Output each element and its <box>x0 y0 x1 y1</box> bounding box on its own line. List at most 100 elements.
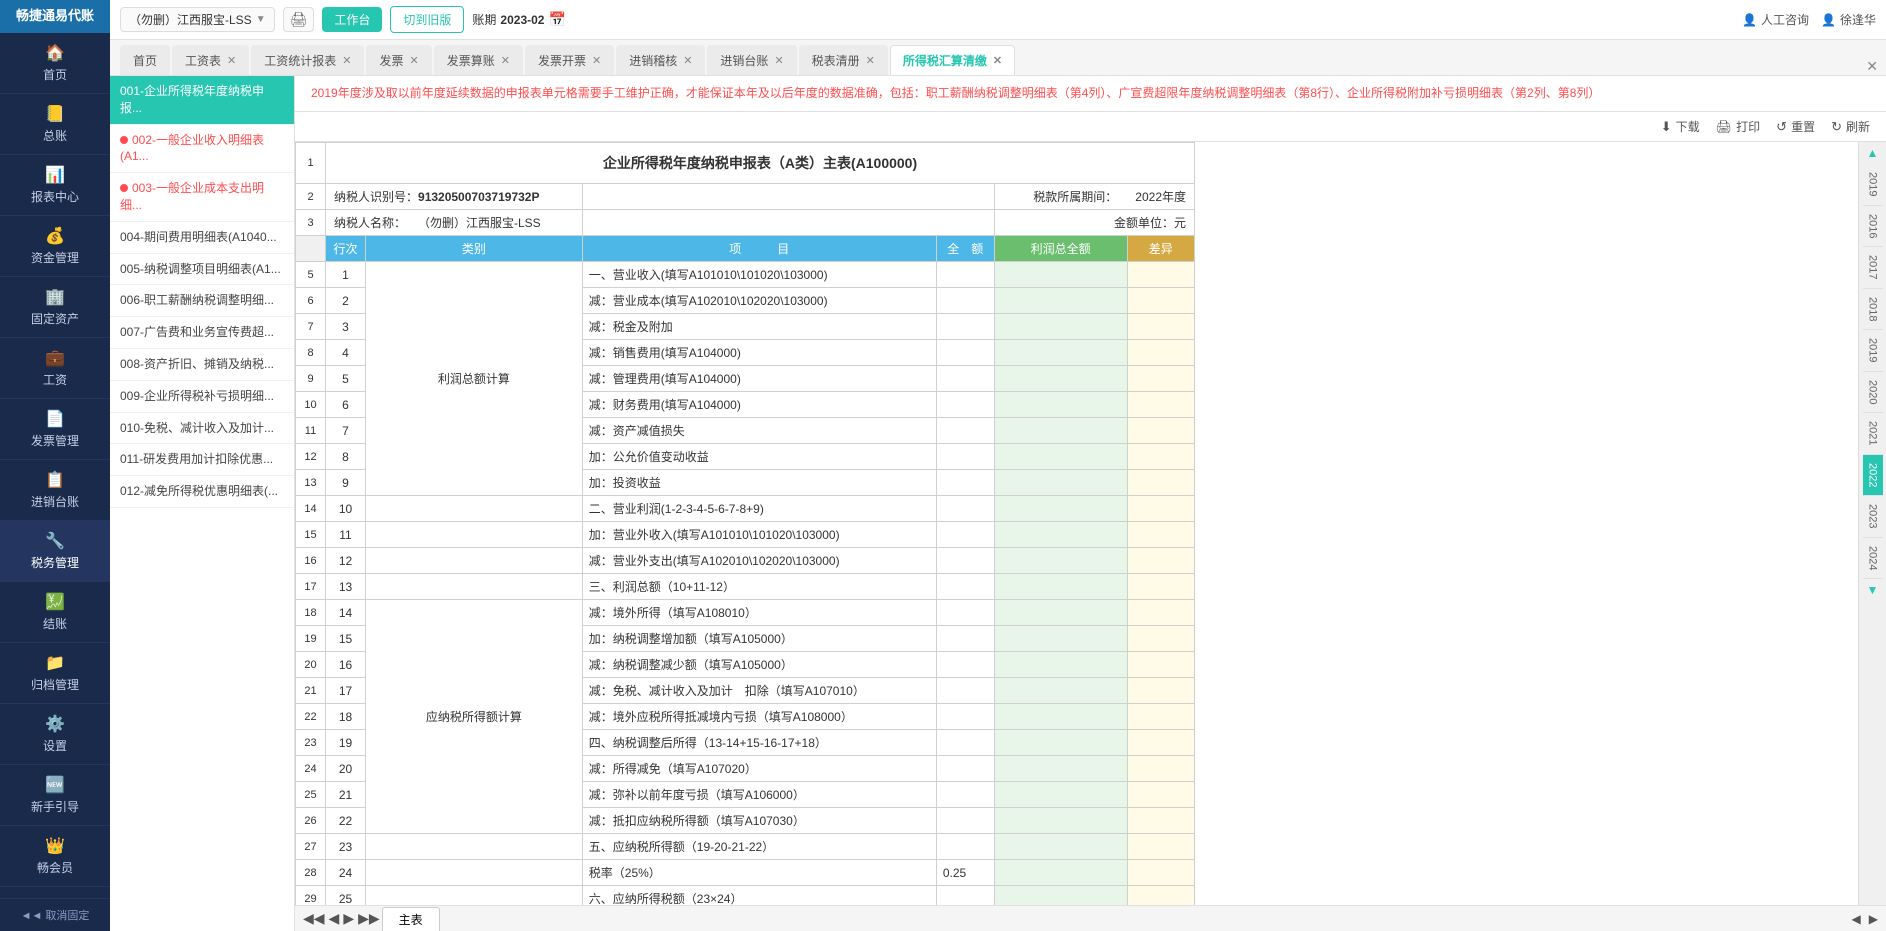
tax-icon: 🔧 <box>45 531 65 551</box>
scroll-left[interactable]: ◀ <box>1852 912 1861 926</box>
assets-icon: 🏢 <box>45 287 65 307</box>
sidebar-pin-toggle[interactable]: ◄◄ 取消固定 <box>0 898 110 931</box>
sidebar: 畅捷通易代账 🏠 首页 📒 总账 📊 报表中心 💰 资金管理 🏢 固定资产 💼 … <box>0 0 110 931</box>
year-nav-2020[interactable]: 2020 <box>1863 372 1883 413</box>
user-info[interactable]: 👤 徐逢华 <box>1821 11 1876 28</box>
print-button[interactable]: 🖨 打印 <box>1716 118 1761 135</box>
close-all-icon[interactable]: ✕ <box>1866 58 1878 75</box>
print-icon-btn[interactable]: 🖨 <box>283 7 315 32</box>
download-icon: ⬇ <box>1661 119 1672 135</box>
sidebar-item-reports[interactable]: 📊 报表中心 <box>0 155 110 216</box>
refresh-button[interactable]: ↻ 刷新 <box>1831 118 1870 135</box>
tab-invoice-close[interactable]: ✕ <box>410 54 419 67</box>
warning-text: 2019年度涉及取以前年度延续数据的申报表单元格需要手工维护正确，才能保证本年及… <box>311 86 1600 100</box>
left-panel-item-009[interactable]: 009-企业所得税补亏损明细... <box>110 381 294 413</box>
tab-payroll-close[interactable]: ✕ <box>227 54 236 67</box>
left-panel-item-008[interactable]: 008-资产折旧、摊销及纳税... <box>110 349 294 381</box>
sidebar-item-home[interactable]: 🏠 首页 <box>0 33 110 94</box>
tab-income-tax[interactable]: 所得税汇算清缴 ✕ <box>890 45 1015 75</box>
year-nav-2024[interactable]: 2024 <box>1863 538 1883 579</box>
tab-invoice-open-close[interactable]: ✕ <box>592 54 601 67</box>
year-nav: ▲ 2019 2016 2017 2018 2019 2020 2021 202… <box>1858 142 1886 905</box>
table-title-row: 1 企业所得税年度纳税申报表（A类）主表(A100000) <box>296 143 1195 184</box>
tab-purchase-ledger-close[interactable]: ✕ <box>774 54 783 67</box>
tab-invoice[interactable]: 发票 ✕ <box>366 45 431 75</box>
meta-row-2: 3 纳税人名称： （勿删）江西服宝-LSS 金额单位：元 <box>296 210 1195 236</box>
unit-label: 金额单位：元 <box>994 210 1194 236</box>
year-nav-up[interactable]: ▲ <box>1863 142 1883 164</box>
sidebar-item-sales-ledger[interactable]: 📋 进销台账 <box>0 460 110 521</box>
tab-payroll[interactable]: 工资表 ✕ <box>172 45 249 75</box>
download-button[interactable]: ⬇ 下载 <box>1661 118 1700 135</box>
sheet-nav[interactable]: ◀◀ ◀ ▶ ▶▶ <box>303 910 380 927</box>
company-label: （勿删）江西服宝-LSS <box>129 11 252 28</box>
tab-purchase-verify-close[interactable]: ✕ <box>683 54 692 67</box>
left-panel-item-011[interactable]: 011-研发费用加计扣除优惠... <box>110 444 294 476</box>
sheet-nav-first[interactable]: ◀◀ <box>303 910 325 927</box>
sidebar-item-member[interactable]: 👑 畅会员 <box>0 826 110 887</box>
year-nav-2022[interactable]: 2022 <box>1863 455 1883 496</box>
left-panel-item-006[interactable]: 006-职工薪酬纳税调整明细... <box>110 285 294 317</box>
year-nav-2023[interactable]: 2023 <box>1863 496 1883 537</box>
sidebar-item-settings[interactable]: ⚙️ 设置 <box>0 704 110 765</box>
sidebar-item-invoice[interactable]: 📄 发票管理 <box>0 399 110 460</box>
left-panel-item-003[interactable]: 003-一般企业成本支出明细... <box>110 173 294 222</box>
left-panel-item-002[interactable]: 002-一般企业收入明细表(A1... <box>110 125 294 174</box>
tab-purchase-ledger[interactable]: 进销台账 ✕ <box>707 45 796 75</box>
tab-invoice-calc[interactable]: 发票算账 ✕ <box>434 45 523 75</box>
left-panel-item-004[interactable]: 004-期间费用明细表(A1040... <box>110 222 294 254</box>
row-num: 3 <box>296 210 326 236</box>
left-panel-item-012[interactable]: 012-减免所得税优惠明细表(... <box>110 476 294 508</box>
table-row: 15 11 加：营业外收入(填写A101010\101020\103000) <box>296 522 1195 548</box>
left-panel-item-005[interactable]: 005-纳税调整项目明细表(A1... <box>110 254 294 286</box>
column-header-row: 行次 类别 项 目 全 额 利润总全额 差异 <box>296 236 1195 262</box>
sidebar-item-label: 归档管理 <box>31 676 79 693</box>
switch-old-button[interactable]: 切到旧版 <box>390 6 464 33</box>
company-selector[interactable]: （勿删）江西服宝-LSS ▼ <box>120 7 275 32</box>
company-dropdown-arrow: ▼ <box>256 14 266 25</box>
sidebar-item-assets[interactable]: 🏢 固定资产 <box>0 277 110 338</box>
year-nav-2019a[interactable]: 2019 <box>1863 164 1883 205</box>
tab-home[interactable]: 首页 <box>120 45 170 75</box>
tab-income-tax-close[interactable]: ✕ <box>993 54 1002 67</box>
sidebar-item-guide[interactable]: 🆕 新手引导 <box>0 765 110 826</box>
sheet-main[interactable]: 1 企业所得税年度纳税申报表（A类）主表(A100000) 2 纳税人识别号：9… <box>295 142 1858 905</box>
sidebar-item-tax[interactable]: 🔧 税务管理 <box>0 521 110 582</box>
year-nav-2021[interactable]: 2021 <box>1863 413 1883 454</box>
tab-payroll-stats[interactable]: 工资统计报表 ✕ <box>251 45 364 75</box>
tab-tax-table[interactable]: 税表清册 ✕ <box>799 45 888 75</box>
sidebar-item-close-accounts[interactable]: 💹 结账 <box>0 582 110 643</box>
sheet-nav-last[interactable]: ▶▶ <box>358 910 380 927</box>
year-nav-2018[interactable]: 2018 <box>1863 289 1883 330</box>
tab-tax-table-close[interactable]: ✕ <box>866 54 875 67</box>
sidebar-item-label: 结账 <box>43 615 67 632</box>
tab-payroll-stats-close[interactable]: ✕ <box>342 54 351 67</box>
scroll-right[interactable]: ▶ <box>1869 912 1878 926</box>
sidebar-item-payroll[interactable]: 💼 工资 <box>0 338 110 399</box>
reset-button[interactable]: ↺ 重置 <box>1776 118 1815 135</box>
sheet-tab-main[interactable]: 主表 <box>382 907 440 931</box>
sidebar-item-finance[interactable]: 💰 资金管理 <box>0 216 110 277</box>
left-panel-item-010[interactable]: 010-免税、减计收入及加计... <box>110 413 294 445</box>
left-panel-item-001[interactable]: 001-企业所得税年度纳税申报... <box>110 76 294 125</box>
left-panel-item-007[interactable]: 007-广告费和业务宣传费超... <box>110 317 294 349</box>
sheet-nav-prev[interactable]: ◀ <box>329 910 340 927</box>
sidebar-item-archive[interactable]: 📁 归档管理 <box>0 643 110 704</box>
year-nav-2017[interactable]: 2017 <box>1863 247 1883 288</box>
year-nav-down[interactable]: ▼ <box>1863 579 1883 601</box>
warning-bar: 2019年度涉及取以前年度延续数据的申报表单元格需要手工维护正确，才能保证本年及… <box>295 76 1886 112</box>
workbench-button[interactable]: 工作台 <box>322 7 382 32</box>
tab-invoice-open[interactable]: 发票开票 ✕ <box>525 45 614 75</box>
service-btn[interactable]: 👤 人工咨询 <box>1742 11 1809 28</box>
sheet-nav-next[interactable]: ▶ <box>343 910 354 927</box>
sidebar-item-ledger[interactable]: 📒 总账 <box>0 94 110 155</box>
main-area: （勿删）江西服宝-LSS ▼ 🖨 工作台 切到旧版 账期 2023-02 📅 👤… <box>110 0 1886 931</box>
sidebar-item-label: 新手引导 <box>31 798 79 815</box>
doc-toolbar: ⬇ 下载 🖨 打印 ↺ 重置 ↻ 刷新 <box>295 112 1886 142</box>
tab-purchase-verify[interactable]: 进销稽核 ✕ <box>616 45 705 75</box>
taxpayer-id-label: 纳税人识别号：91320500703719732P <box>326 184 583 210</box>
refresh-icon: ↻ <box>1831 119 1842 135</box>
year-nav-2019b[interactable]: 2019 <box>1863 330 1883 371</box>
year-nav-2016[interactable]: 2016 <box>1863 206 1883 247</box>
tab-invoice-calc-close[interactable]: ✕ <box>501 54 510 67</box>
